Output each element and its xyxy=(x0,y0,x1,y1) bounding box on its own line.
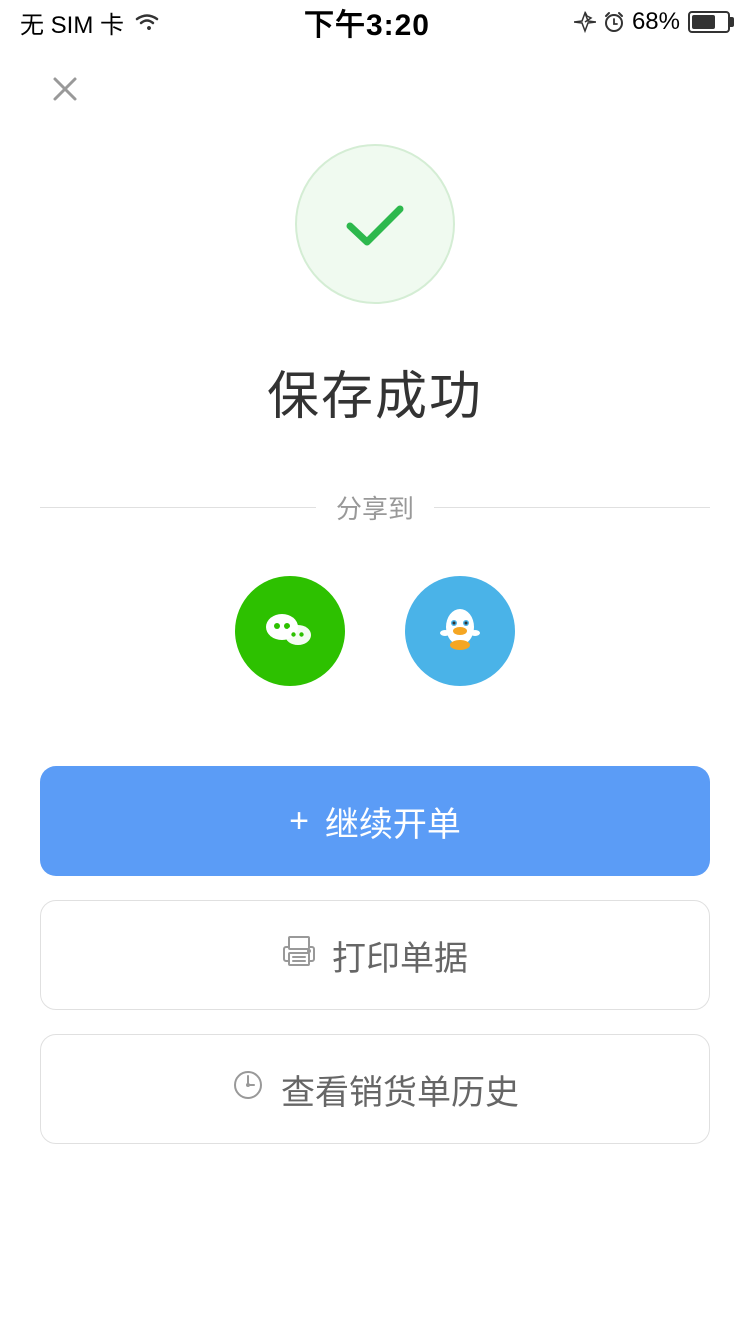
battery-percent: 68% xyxy=(632,8,680,36)
continue-button[interactable]: + 继续开单 xyxy=(40,766,710,876)
share-buttons-container xyxy=(235,576,515,686)
divider-right xyxy=(434,507,710,508)
status-right: 68% xyxy=(574,8,730,36)
status-carrier: 无 SIM 卡 xyxy=(20,5,160,40)
wifi-icon xyxy=(134,12,160,32)
continue-icon: + xyxy=(289,804,309,838)
status-time: 下午3:20 xyxy=(304,0,430,44)
carrier-text: 无 SIM 卡 xyxy=(20,5,124,40)
print-button[interactable]: 打印单据 xyxy=(40,900,710,1010)
divider-left xyxy=(40,507,316,508)
print-icon xyxy=(282,934,316,977)
battery-icon xyxy=(688,11,730,33)
share-label: 分享到 xyxy=(336,489,414,526)
close-button[interactable] xyxy=(40,64,90,114)
wechat-share-button[interactable] xyxy=(235,576,345,686)
history-icon xyxy=(231,1068,265,1111)
share-divider: 分享到 xyxy=(40,489,710,526)
qq-share-button[interactable] xyxy=(405,576,515,686)
alarm-icon xyxy=(604,11,624,33)
status-bar: 无 SIM 卡 下午3:20 68% xyxy=(0,0,750,44)
qq-icon xyxy=(428,599,492,663)
main-content: 保存成功 分享到 xyxy=(0,44,750,1334)
location-icon xyxy=(574,11,596,33)
history-label: 查看销货单历史 xyxy=(281,1065,519,1114)
continue-label: 继续开单 xyxy=(325,797,461,846)
action-buttons: + 继续开单 打印单据 xyxy=(40,766,710,1144)
success-icon xyxy=(295,144,455,304)
wechat-icon xyxy=(258,599,322,663)
history-button[interactable]: 查看销货单历史 xyxy=(40,1034,710,1144)
success-title: 保存成功 xyxy=(267,354,483,429)
print-label: 打印单据 xyxy=(332,931,468,980)
